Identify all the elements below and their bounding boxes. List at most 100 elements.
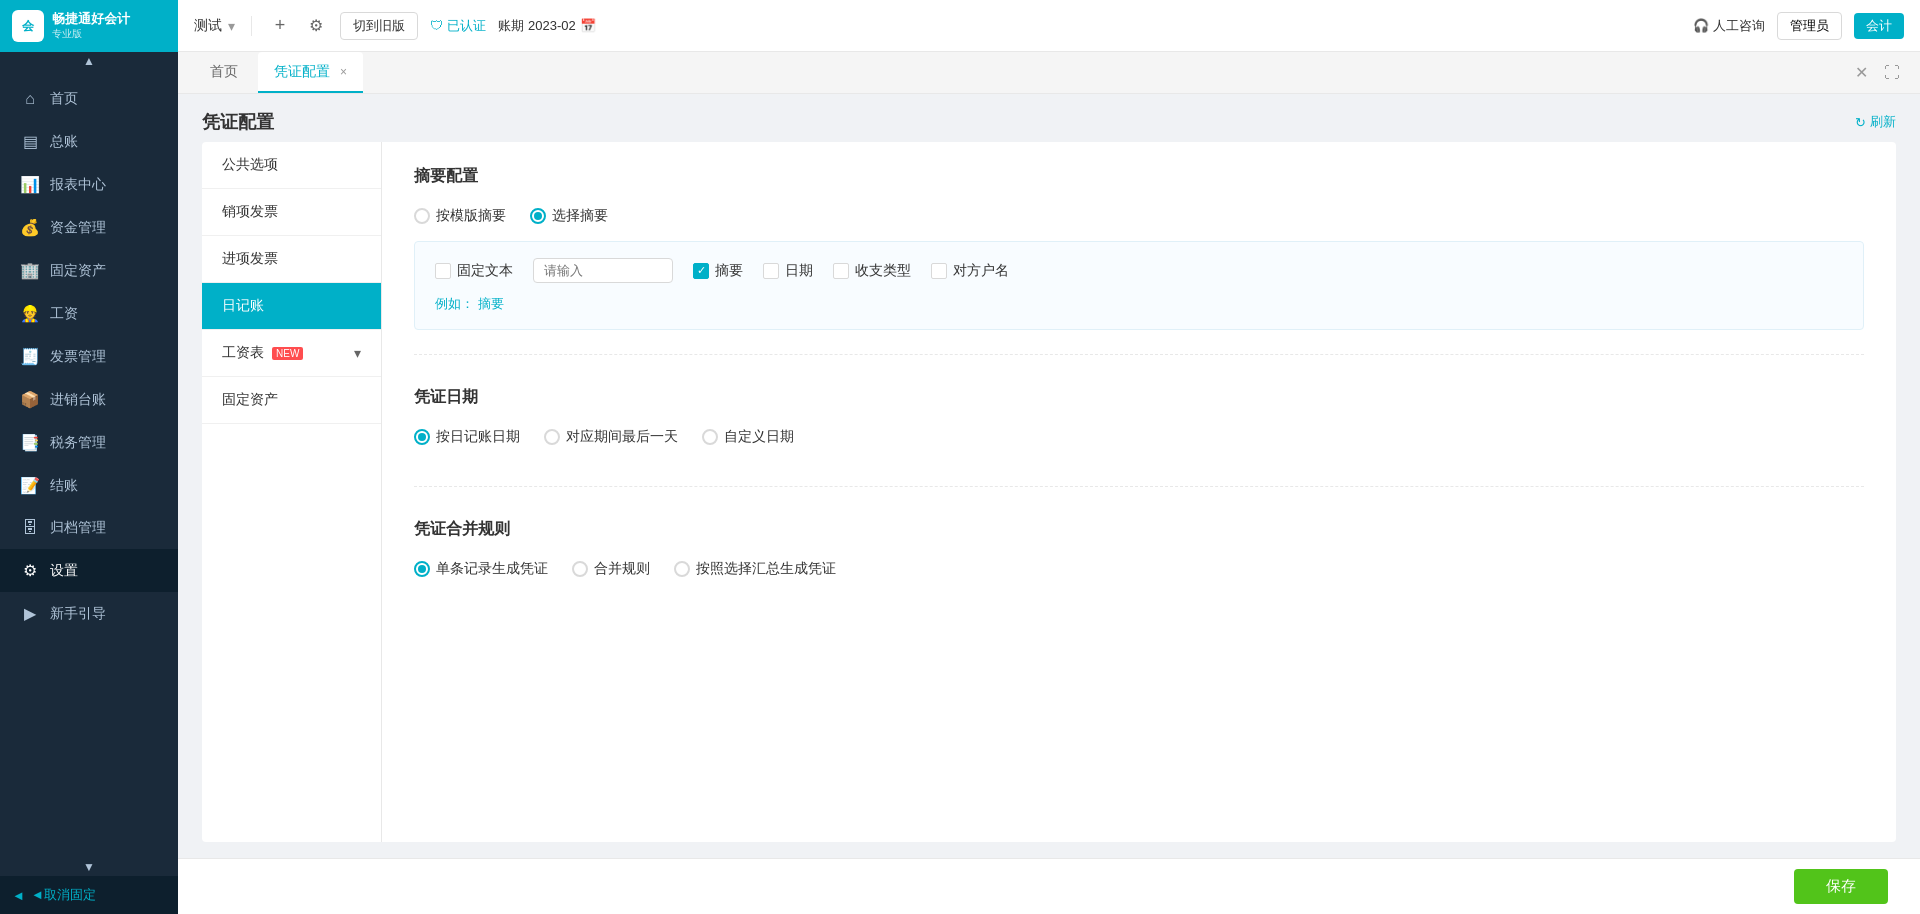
checkbox-date[interactable]: 日期	[763, 262, 813, 280]
radio-period-last[interactable]: 对应期间最后一天	[544, 428, 678, 446]
radio-single-label: 单条记录生成凭证	[436, 560, 548, 578]
period-label: 账期	[498, 17, 524, 35]
purchase-sales-icon: 📦	[20, 390, 40, 409]
config-sidebar-item-sales-invoice[interactable]: 销项发票	[202, 189, 381, 236]
unpin-icon: ◄	[12, 888, 25, 903]
ledger-icon: ▤	[20, 132, 40, 151]
add-company-button[interactable]: +	[268, 14, 292, 38]
manager-button[interactable]: 管理员	[1777, 12, 1842, 40]
sidebar-footer-toggle[interactable]: ◄ ◄取消固定	[0, 876, 178, 914]
tabs-expand-button[interactable]: ⛶	[1880, 60, 1904, 86]
config-sidebar-item-purchase-invoice[interactable]: 进项发票	[202, 236, 381, 283]
tab-voucher-config[interactable]: 凭证配置 ×	[258, 52, 363, 93]
date-label: 日期	[785, 262, 813, 280]
checkbox-fixed-text[interactable]: 固定文本	[435, 262, 513, 280]
sidebar-header: 会 畅捷通好会计 专业版	[0, 0, 178, 52]
content-panels: 公共选项 销项发票 进项发票 日记账 工资表 NEW	[178, 142, 1920, 858]
checkbox-income-type[interactable]: 收支类型	[833, 262, 911, 280]
config-sidebar: 公共选项 销项发票 进项发票 日记账 工资表 NEW	[202, 142, 382, 842]
sidebar-item-label: 资金管理	[50, 219, 106, 237]
config-sidebar-item-fixed-assets[interactable]: 固定资产	[202, 377, 381, 424]
sidebar-scroll-up[interactable]: ▲	[83, 54, 95, 68]
sidebar-item-tax[interactable]: 📑 税务管理	[0, 421, 178, 464]
example-text: 例如： 摘要	[435, 295, 1843, 313]
company-selector[interactable]: 测试 ▾	[194, 17, 235, 35]
sidebar-item-label: 报表中心	[50, 176, 106, 194]
voucher-merge-radio-group: 单条记录生成凭证 合并规则 按照选择汇总生成凭证	[414, 560, 1864, 578]
page-header: 凭证配置 ↻ 刷新	[178, 94, 1920, 142]
config-sidebar-item-journal[interactable]: 日记账	[202, 283, 381, 330]
sidebar-item-ledger[interactable]: ▤ 总账	[0, 120, 178, 163]
accountant-button[interactable]: 会计	[1854, 13, 1904, 39]
tab-close-button[interactable]: ×	[340, 65, 347, 79]
headset-icon: 🎧	[1693, 18, 1709, 33]
tabs-close-all-button[interactable]: ✕	[1851, 59, 1872, 86]
radio-period-last-circle	[544, 429, 560, 445]
gear-settings-button[interactable]: ⚙	[304, 14, 328, 38]
old-version-button[interactable]: 切到旧版	[340, 12, 418, 40]
radio-select-summary[interactable]: 选择摘要	[530, 207, 608, 225]
sidebar-item-home[interactable]: ⌂ 首页	[0, 78, 178, 120]
calendar-icon[interactable]: 📅	[580, 18, 596, 33]
sidebar: 会 畅捷通好会计 专业版 ▲ ⌂ 首页 ▤ 总账 📊 报表中心 💰 资金管理 🏢…	[0, 0, 178, 914]
sidebar-scroll-down[interactable]: ▼	[83, 860, 95, 874]
radio-custom-date-circle	[702, 429, 718, 445]
sidebar-item-invoice[interactable]: 🧾 发票管理	[0, 335, 178, 378]
sidebar-item-reports[interactable]: 📊 报表中心	[0, 163, 178, 206]
logo-sub: 专业版	[52, 27, 130, 41]
consult-button[interactable]: 🎧 人工咨询	[1693, 17, 1765, 35]
voucher-merge-title: 凭证合并规则	[414, 519, 1864, 540]
sidebar-item-label: 税务管理	[50, 434, 106, 452]
sidebar-item-label: 新手引导	[50, 605, 106, 623]
radio-merge-rule[interactable]: 合并规则	[572, 560, 650, 578]
sidebar-item-label: 总账	[50, 133, 78, 151]
radio-by-selection[interactable]: 按照选择汇总生成凭证	[674, 560, 836, 578]
tab-home[interactable]: 首页	[194, 52, 254, 93]
sidebar-item-salary[interactable]: 👷 工资	[0, 292, 178, 335]
voucher-date-section: 凭证日期 按日记账日期 对应期间最后一天	[414, 387, 1864, 487]
chevron-down-icon: ▾	[354, 345, 361, 361]
settings-icon: ⚙	[20, 561, 40, 580]
radio-by-journal-circle	[414, 429, 430, 445]
funds-icon: 💰	[20, 218, 40, 237]
content-area: 凭证配置 ↻ 刷新 公共选项 销项发票 进项发票	[178, 94, 1920, 914]
tab-home-label: 首页	[210, 63, 238, 81]
refresh-button[interactable]: ↻ 刷新	[1855, 113, 1896, 131]
tabs-actions: ✕ ⛶	[1851, 52, 1904, 93]
sidebar-item-label: 工资	[50, 305, 78, 323]
radio-period-last-label: 对应期间最后一天	[566, 428, 678, 446]
checkbox-counterparty[interactable]: 对方户名	[931, 262, 1009, 280]
radio-template-label: 按模版摘要	[436, 207, 506, 225]
radio-single-record[interactable]: 单条记录生成凭证	[414, 560, 548, 578]
radio-custom-date[interactable]: 自定义日期	[702, 428, 794, 446]
sidebar-item-label: 结账	[50, 477, 78, 495]
radio-by-journal[interactable]: 按日记账日期	[414, 428, 520, 446]
logo-text: 畅捷通好会计	[52, 11, 130, 28]
save-button[interactable]: 保存	[1794, 869, 1888, 904]
radio-template-summary[interactable]: 按模版摘要	[414, 207, 506, 225]
config-sidebar-item-payroll[interactable]: 工资表 NEW ▾	[202, 330, 381, 377]
refresh-label: 刷新	[1870, 113, 1896, 131]
checkbox-summary[interactable]: 摘要	[693, 262, 743, 280]
sidebar-item-funds[interactable]: 💰 资金管理	[0, 206, 178, 249]
counterparty-label: 对方户名	[953, 262, 1009, 280]
radio-merge-label: 合并规则	[594, 560, 650, 578]
sidebar-item-settings[interactable]: ⚙ 设置	[0, 549, 178, 592]
radio-single-circle	[414, 561, 430, 577]
sidebar-item-label: 固定资产	[50, 262, 106, 280]
fixed-text-input[interactable]	[533, 258, 673, 283]
tabs-bar: 首页 凭证配置 × ✕ ⛶	[178, 52, 1920, 94]
sidebar-item-close-period[interactable]: 📝 结账	[0, 464, 178, 507]
radio-merge-circle	[572, 561, 588, 577]
config-sidebar-item-public[interactable]: 公共选项	[202, 142, 381, 189]
sidebar-item-purchase-sales[interactable]: 📦 进销台账	[0, 378, 178, 421]
tab-voucher-config-label: 凭证配置	[274, 63, 330, 81]
close-period-icon: 📝	[20, 476, 40, 495]
main-area: 测试 ▾ + ⚙ 切到旧版 🛡 已认证 账期 2023-02 📅 🎧 人工咨询 …	[178, 0, 1920, 914]
sidebar-item-archive[interactable]: 🗄 归档管理	[0, 507, 178, 549]
sidebar-item-guide[interactable]: ▶ 新手引导	[0, 592, 178, 635]
summary-sub-options: 固定文本 摘要 日期	[414, 241, 1864, 330]
consult-label: 人工咨询	[1713, 17, 1765, 35]
archive-icon: 🗄	[20, 519, 40, 537]
sidebar-item-assets[interactable]: 🏢 固定资产	[0, 249, 178, 292]
